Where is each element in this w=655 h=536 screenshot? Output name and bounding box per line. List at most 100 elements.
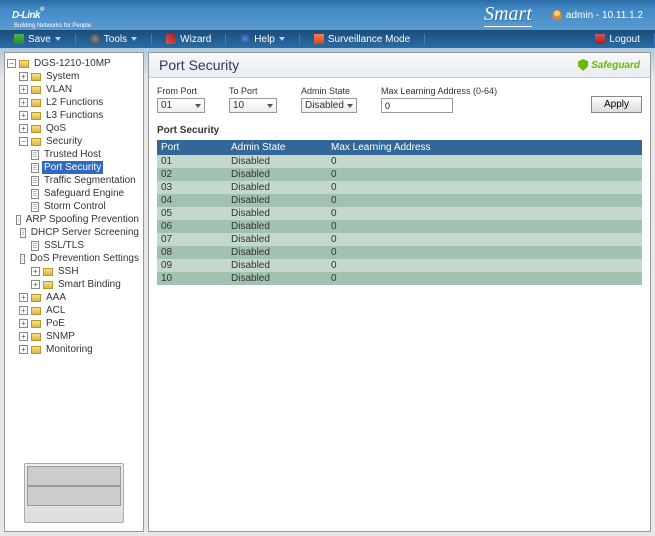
tree-storm[interactable]: Storm Control — [42, 200, 108, 213]
table-row[interactable]: 05Disabled0 — [157, 207, 642, 220]
expand-icon[interactable]: + — [31, 280, 40, 289]
tree-security[interactable]: Security — [44, 135, 84, 148]
tree-dhcp[interactable]: DHCP Server Screening — [29, 226, 141, 239]
tree-port-security[interactable]: Port Security — [42, 161, 103, 174]
main-panel: Port Security Safeguard From Port 01 To … — [148, 52, 651, 532]
expand-icon[interactable]: + — [19, 332, 28, 341]
header: D-Link® Building Networks for People Sma… — [0, 0, 655, 30]
cell-admin: Disabled — [227, 259, 327, 272]
chevron-down-icon — [131, 37, 137, 41]
tree-qos[interactable]: QoS — [44, 122, 68, 135]
page-header: Port Security Safeguard — [149, 53, 650, 78]
table-row[interactable]: 02Disabled0 — [157, 168, 642, 181]
apply-button[interactable]: Apply — [591, 96, 642, 113]
cell-max: 0 — [327, 272, 642, 285]
menu-save[interactable]: Save — [0, 34, 76, 45]
folder-icon — [31, 294, 41, 302]
tree-arp[interactable]: ARP Spoofing Prevention — [24, 213, 141, 226]
tree-l2[interactable]: L2 Functions — [44, 96, 105, 109]
tree-snmp[interactable]: SNMP — [44, 330, 77, 343]
logo: D-Link® Building Networks for People — [12, 2, 91, 29]
max-learn-label: Max Learning Address (0-64) — [381, 86, 497, 96]
wand-icon — [166, 34, 176, 44]
expand-icon[interactable]: + — [31, 267, 40, 276]
tagline: Building Networks for People — [14, 23, 91, 29]
tree-vlan[interactable]: VLAN — [44, 83, 74, 96]
expand-icon[interactable]: + — [19, 293, 28, 302]
chevron-down-icon — [267, 104, 273, 108]
tree-device[interactable]: DGS-1210-10MP — [32, 57, 113, 70]
tree-traffic-seg[interactable]: Traffic Segmentation — [42, 174, 138, 187]
device-image — [5, 455, 143, 531]
tree-acl[interactable]: ACL — [44, 304, 67, 317]
to-port-select[interactable]: 10 — [229, 98, 277, 113]
cell-admin: Disabled — [227, 207, 327, 220]
cell-port: 05 — [157, 207, 227, 220]
expand-icon[interactable]: − — [7, 59, 16, 68]
tree-smart-binding[interactable]: Smart Binding — [56, 278, 123, 291]
expand-icon[interactable]: + — [19, 111, 28, 120]
max-learn-input[interactable] — [381, 98, 453, 113]
admin-state-label: Admin State — [301, 86, 357, 96]
chevron-down-icon — [195, 104, 201, 108]
tree-ssh[interactable]: SSH — [56, 265, 81, 278]
page-icon — [31, 176, 39, 186]
gear-icon — [90, 34, 100, 44]
menu-tools[interactable]: Tools — [76, 34, 152, 45]
page-icon — [31, 163, 39, 173]
menu-logout[interactable]: Logout — [581, 34, 655, 45]
tree-safeguard[interactable]: Safeguard Engine — [42, 187, 126, 200]
cell-port: 04 — [157, 194, 227, 207]
tree-system[interactable]: System — [44, 70, 81, 83]
tree-trusted-host[interactable]: Trusted Host — [42, 148, 103, 161]
page-icon — [31, 150, 39, 160]
cell-admin: Disabled — [227, 272, 327, 285]
shield-icon — [578, 59, 588, 71]
tree-l3[interactable]: L3 Functions — [44, 109, 105, 122]
table-row[interactable]: 10Disabled0 — [157, 272, 642, 285]
menu-surveillance[interactable]: Surveillance Mode — [300, 34, 425, 45]
table-row[interactable]: 07Disabled0 — [157, 233, 642, 246]
expand-icon[interactable]: + — [19, 306, 28, 315]
cell-admin: Disabled — [227, 246, 327, 259]
table-row[interactable]: 09Disabled0 — [157, 259, 642, 272]
tree-ssl[interactable]: SSL/TLS — [42, 239, 86, 252]
expand-icon[interactable]: + — [19, 345, 28, 354]
table-row[interactable]: 08Disabled0 — [157, 246, 642, 259]
th-port: Port — [157, 140, 227, 155]
safeguard-badge: Safeguard — [578, 59, 640, 71]
expand-icon[interactable]: + — [19, 319, 28, 328]
table-row[interactable]: 04Disabled0 — [157, 194, 642, 207]
tree-monitoring[interactable]: Monitoring — [44, 343, 95, 356]
page-icon — [20, 228, 25, 238]
page-title: Port Security — [159, 57, 239, 73]
cell-port: 07 — [157, 233, 227, 246]
tree-dos[interactable]: DoS Prevention Settings — [28, 252, 141, 265]
table-row[interactable]: 01Disabled0 — [157, 155, 642, 168]
collapse-icon[interactable]: − — [19, 137, 28, 146]
menu-wizard[interactable]: Wizard — [152, 34, 226, 45]
cell-max: 0 — [327, 194, 642, 207]
menu-help[interactable]: Help — [226, 34, 300, 45]
chevron-down-icon — [55, 37, 61, 41]
chevron-down-icon — [279, 37, 285, 41]
user-icon — [552, 10, 562, 20]
cell-max: 0 — [327, 246, 642, 259]
tree-aaa[interactable]: AAA — [44, 291, 68, 304]
expand-icon[interactable]: + — [19, 85, 28, 94]
th-max: Max Learning Address — [327, 140, 642, 155]
table-row[interactable]: 03Disabled0 — [157, 181, 642, 194]
page-icon — [16, 215, 20, 225]
expand-icon[interactable]: + — [19, 124, 28, 133]
table-row[interactable]: 06Disabled0 — [157, 220, 642, 233]
folder-icon — [31, 86, 41, 94]
admin-info: admin - 10.11.1.2 — [552, 10, 643, 21]
tree-poe[interactable]: PoE — [44, 317, 67, 330]
sidebar: − DGS-1210-10MP + System + VLAN + L2 Functio… — [4, 52, 144, 532]
folder-icon — [43, 281, 53, 289]
from-port-select[interactable]: 01 — [157, 98, 205, 113]
admin-state-select[interactable]: Disabled — [301, 98, 357, 113]
folder-icon — [31, 333, 41, 341]
expand-icon[interactable]: + — [19, 98, 28, 107]
expand-icon[interactable]: + — [19, 72, 28, 81]
